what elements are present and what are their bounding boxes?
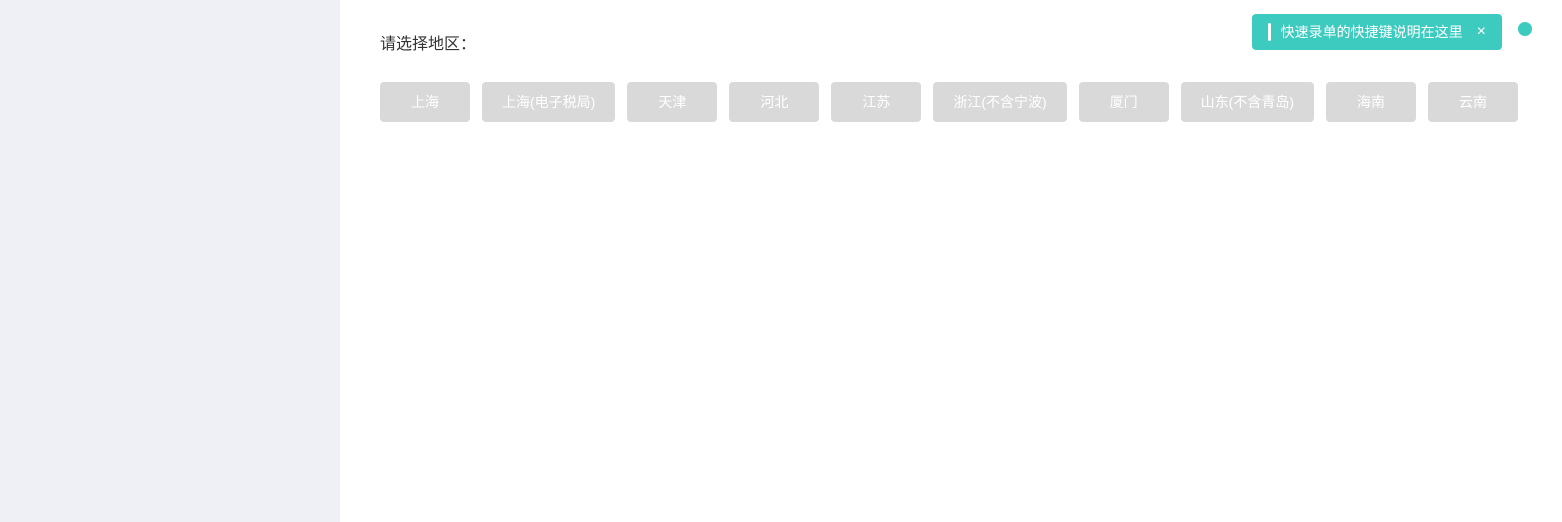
tooltip-close-button[interactable]: ×	[1477, 24, 1486, 40]
region-button-hainan[interactable]: 海南	[1326, 82, 1416, 122]
tooltip-dot	[1518, 22, 1532, 36]
region-button-yunnan[interactable]: 云南	[1428, 82, 1518, 122]
tooltip-text: 快速录单的快捷键说明在这里	[1281, 22, 1463, 42]
region-button-tianjin[interactable]: 天津	[627, 82, 717, 122]
region-button-shandong[interactable]: 山东(不含青岛)	[1181, 82, 1314, 122]
main-content: 请选择地区： 上海上海(电子税局)天津河北江苏浙江(不含宁波)厦门山东(不含青岛…	[340, 0, 1562, 522]
region-button-jiangsu[interactable]: 江苏	[831, 82, 921, 122]
region-button-shanghai-etax[interactable]: 上海(电子税局)	[482, 82, 615, 122]
region-button-zhejiang[interactable]: 浙江(不含宁波)	[933, 82, 1066, 122]
region-button-xiamen[interactable]: 厦门	[1079, 82, 1169, 122]
tooltip-banner: 快速录单的快捷键说明在这里 ×	[1252, 14, 1502, 50]
region-button-shanghai[interactable]: 上海	[380, 82, 470, 122]
region-buttons: 上海上海(电子税局) 天津河北江苏浙江(不含宁波) 厦门山东(不含青岛) 海南云南	[380, 82, 1522, 122]
region-button-hebei[interactable]: 河北	[729, 82, 819, 122]
sidebar	[0, 0, 340, 522]
